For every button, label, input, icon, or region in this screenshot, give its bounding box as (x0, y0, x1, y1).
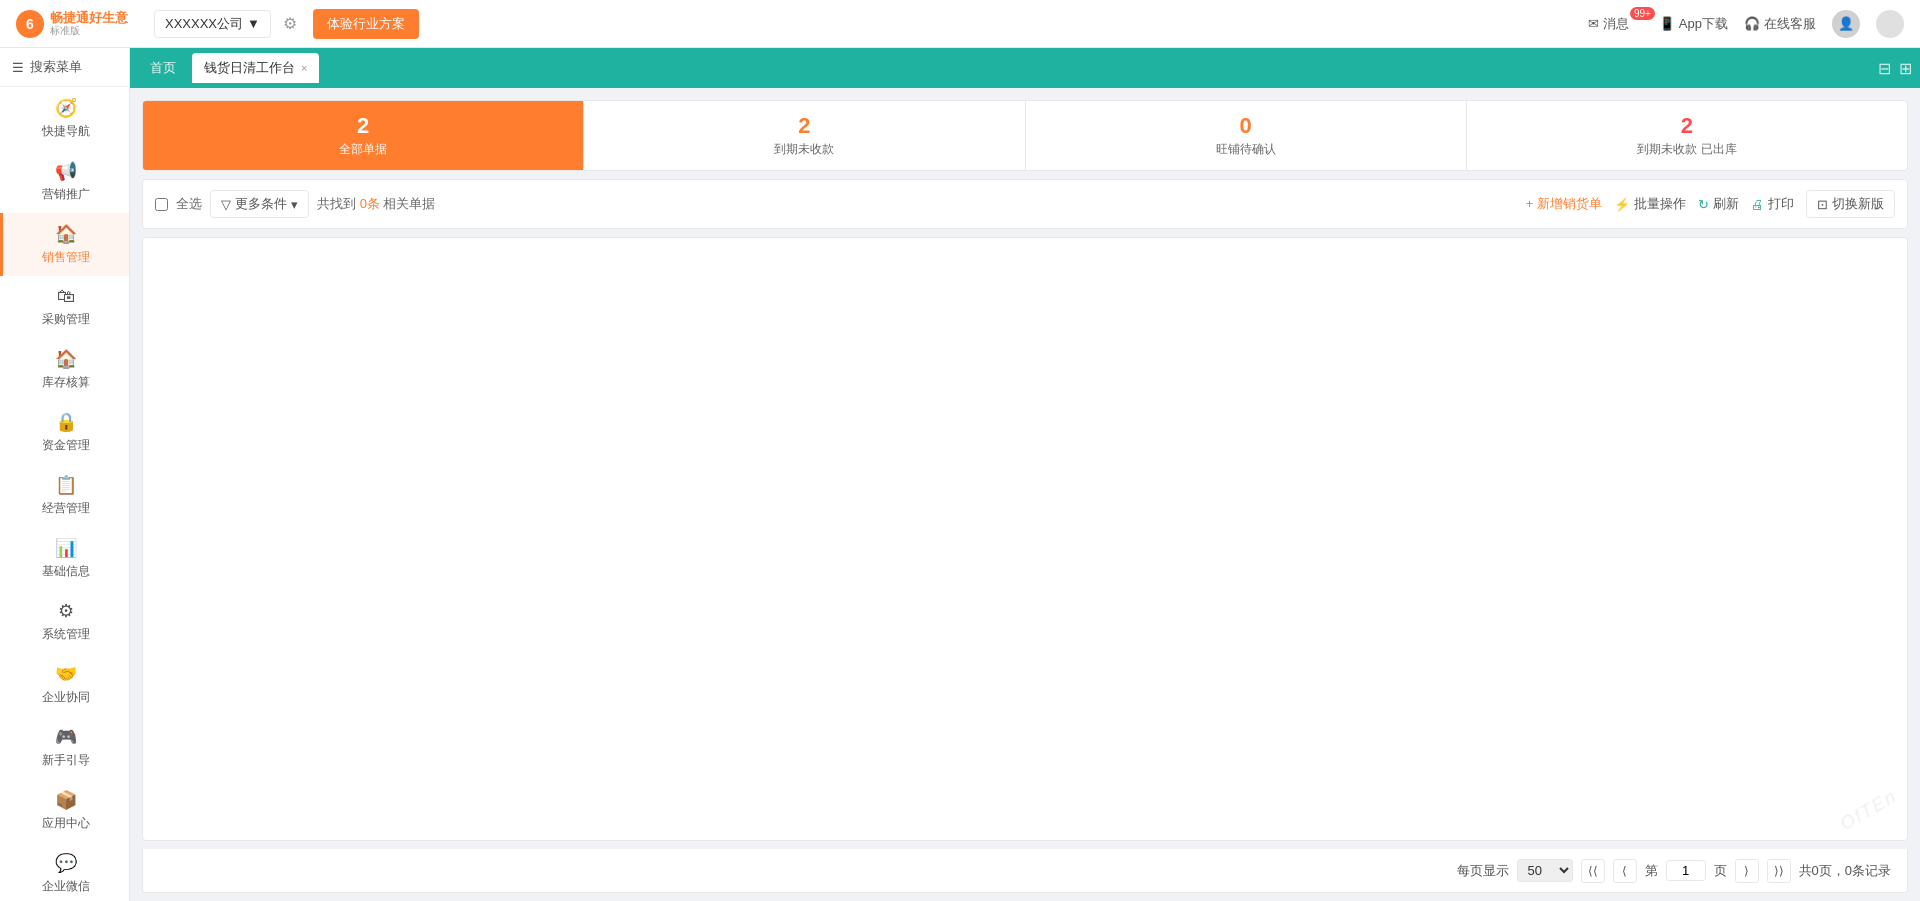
page-input[interactable] (1666, 860, 1706, 881)
finance-icon: 🔒 (55, 411, 77, 433)
logo-text: 畅捷通好生意 标准版 (50, 10, 128, 38)
tab-maximize-button[interactable]: ⊞ (1899, 59, 1912, 78)
chevron-down-icon: ▼ (247, 16, 260, 31)
sidebar-item-purchase[interactable]: 🛍 采购管理 (0, 276, 129, 338)
message-button[interactable]: ✉ 消息 99+ (1588, 15, 1643, 33)
search-icon: ☰ (12, 60, 24, 75)
pagination: 每页显示 50 100 200 ⟨⟨ ⟨ 第 页 ⟩ ⟩⟩ 共0页，0条记录 (142, 849, 1908, 893)
sales-icon: 🏠 (55, 223, 77, 245)
enterprise-icon: 🤝 (55, 663, 77, 685)
tab-close-icon[interactable]: × (301, 62, 307, 74)
quick-nav-icon: 🧭 (55, 97, 77, 119)
next-page-button[interactable]: ⟩ (1735, 859, 1759, 883)
sidebar-item-wechat[interactable]: 💬 企业微信 (0, 842, 129, 901)
sidebar-item-marketing[interactable]: 📢 营销推广 (0, 150, 129, 213)
stat-card-all[interactable]: 2 全部单据 (143, 101, 584, 170)
refresh-icon: ↻ (1698, 197, 1709, 212)
select-all-checkbox[interactable] (155, 198, 168, 211)
print-icon: 🖨 (1751, 197, 1764, 212)
operation-icon: 📋 (55, 474, 77, 496)
header-right: ✉ 消息 99+ 📱 App下载 🎧 在线客服 👤 (1588, 10, 1904, 38)
toolbar-right: + 新增销货单 ⚡ 批量操作 ↻ 刷新 🖨 打印 ⊡ (1526, 190, 1895, 218)
sidebar-item-app-center[interactable]: 📦 应用中心 (0, 779, 129, 842)
stat-card-shipped[interactable]: 2 到期未收款 已出库 (1467, 101, 1907, 170)
select-all-label: 全选 (176, 195, 202, 213)
message-icon: ✉ (1588, 16, 1599, 31)
table-area (142, 237, 1908, 841)
toolbar: 全选 ▽ 更多条件 ▾ 共找到 0条 相关单据 + 新增销货单 (142, 179, 1908, 229)
avatar[interactable]: 👤 (1832, 10, 1860, 38)
sidebar: ☰ 搜索菜单 🧭 快捷导航 📢 营销推广 🏠 销售管理 🛍 采购管理 🏠 库存核… (0, 48, 130, 901)
sidebar-item-operation[interactable]: 📋 经营管理 (0, 464, 129, 527)
logo-area: 6 畅捷通好生意 标准版 (16, 10, 146, 38)
basic-icon: 📊 (55, 537, 77, 559)
marketing-icon: 📢 (55, 160, 77, 182)
filter-icon: ▽ (221, 197, 231, 212)
app-center-icon: 📦 (55, 789, 77, 811)
batch-operation-button[interactable]: ⚡ 批量操作 (1614, 195, 1686, 213)
stat-card-overdue[interactable]: 2 到期未收款 (584, 101, 1025, 170)
tab-qianhuo[interactable]: 钱货日清工作台 × (192, 53, 319, 83)
purchase-icon: 🛍 (57, 286, 75, 307)
content-area: 首页 钱货日清工作台 × ⊟ ⊞ 2 全部单据 2 到期未收款 (130, 48, 1920, 901)
message-badge: 99+ (1630, 7, 1655, 20)
prev-page-button[interactable]: ⟨ (1613, 859, 1637, 883)
sidebar-item-enterprise[interactable]: 🤝 企业协同 (0, 653, 129, 716)
tab-bar-actions: ⊟ ⊞ (1878, 59, 1912, 78)
tab-home[interactable]: 首页 (138, 53, 188, 83)
switch-icon: ⊡ (1817, 197, 1828, 212)
stats-row: 2 全部单据 2 到期未收款 0 旺铺待确认 2 到期未收款 已出库 (142, 100, 1908, 171)
user-avatar[interactable] (1876, 10, 1904, 38)
refresh-button[interactable]: ↻ 刷新 (1698, 195, 1739, 213)
sidebar-item-system[interactable]: ⚙ 系统管理 (0, 590, 129, 653)
toolbar-left: 全选 ▽ 更多条件 ▾ 共找到 0条 相关单据 (155, 190, 1518, 218)
sidebar-item-basic[interactable]: 📊 基础信息 (0, 527, 129, 590)
sidebar-item-finance[interactable]: 🔒 资金管理 (0, 401, 129, 464)
total-label: 共0页，0条记录 (1799, 862, 1891, 880)
system-icon: ⚙ (58, 600, 74, 622)
guide-icon: 🎮 (55, 726, 77, 748)
company-selector[interactable]: XXXXXX公司 ▼ (154, 10, 271, 38)
trial-button[interactable]: 体验行业方案 (313, 9, 419, 39)
online-service-button[interactable]: 🎧 在线客服 (1744, 15, 1816, 33)
page-suffix: 页 (1714, 862, 1727, 880)
batch-icon: ⚡ (1614, 197, 1630, 212)
service-icon: 🎧 (1744, 16, 1760, 31)
per-page-label: 每页显示 (1457, 862, 1509, 880)
sidebar-item-sales[interactable]: 🏠 销售管理 (0, 213, 129, 276)
last-page-button[interactable]: ⟩⟩ (1767, 859, 1791, 883)
download-icon: 📱 (1659, 16, 1675, 31)
page-label: 第 (1645, 862, 1658, 880)
sidebar-item-inventory[interactable]: 🏠 库存核算 (0, 338, 129, 401)
sidebar-search[interactable]: ☰ 搜索菜单 (0, 48, 129, 87)
switch-version-button[interactable]: ⊡ 切换新版 (1806, 190, 1895, 218)
stat-card-pending[interactable]: 0 旺铺待确认 (1026, 101, 1467, 170)
logo-icon: 6 (16, 10, 44, 38)
filter-chevron-icon: ▾ (291, 197, 298, 212)
wechat-icon: 💬 (55, 852, 77, 874)
inventory-icon: 🏠 (55, 348, 77, 370)
sidebar-item-guide[interactable]: 🎮 新手引导 (0, 716, 129, 779)
app-download-button[interactable]: 📱 App下载 (1659, 15, 1728, 33)
sidebar-item-quick-nav[interactable]: 🧭 快捷导航 (0, 87, 129, 150)
filter-button[interactable]: ▽ 更多条件 ▾ (210, 190, 309, 218)
tab-minimize-button[interactable]: ⊟ (1878, 59, 1891, 78)
table-empty-state (143, 238, 1907, 840)
top-header: 6 畅捷通好生意 标准版 XXXXXX公司 ▼ ⚙ 体验行业方案 ✉ 消息 99… (0, 0, 1920, 48)
add-sales-order-button[interactable]: + 新增销货单 (1526, 195, 1602, 213)
print-button[interactable]: 🖨 打印 (1751, 195, 1794, 213)
first-page-button[interactable]: ⟨⟨ (1581, 859, 1605, 883)
tab-bar: 首页 钱货日清工作台 × ⊟ ⊞ (130, 48, 1920, 88)
main-content: 2 全部单据 2 到期未收款 0 旺铺待确认 2 到期未收款 已出库 (130, 88, 1920, 901)
settings-icon[interactable]: ⚙ (279, 10, 301, 37)
per-page-select[interactable]: 50 100 200 (1517, 859, 1573, 882)
main-layout: ☰ 搜索菜单 🧭 快捷导航 📢 营销推广 🏠 销售管理 🛍 采购管理 🏠 库存核… (0, 48, 1920, 901)
found-text: 共找到 0条 相关单据 (317, 195, 435, 213)
